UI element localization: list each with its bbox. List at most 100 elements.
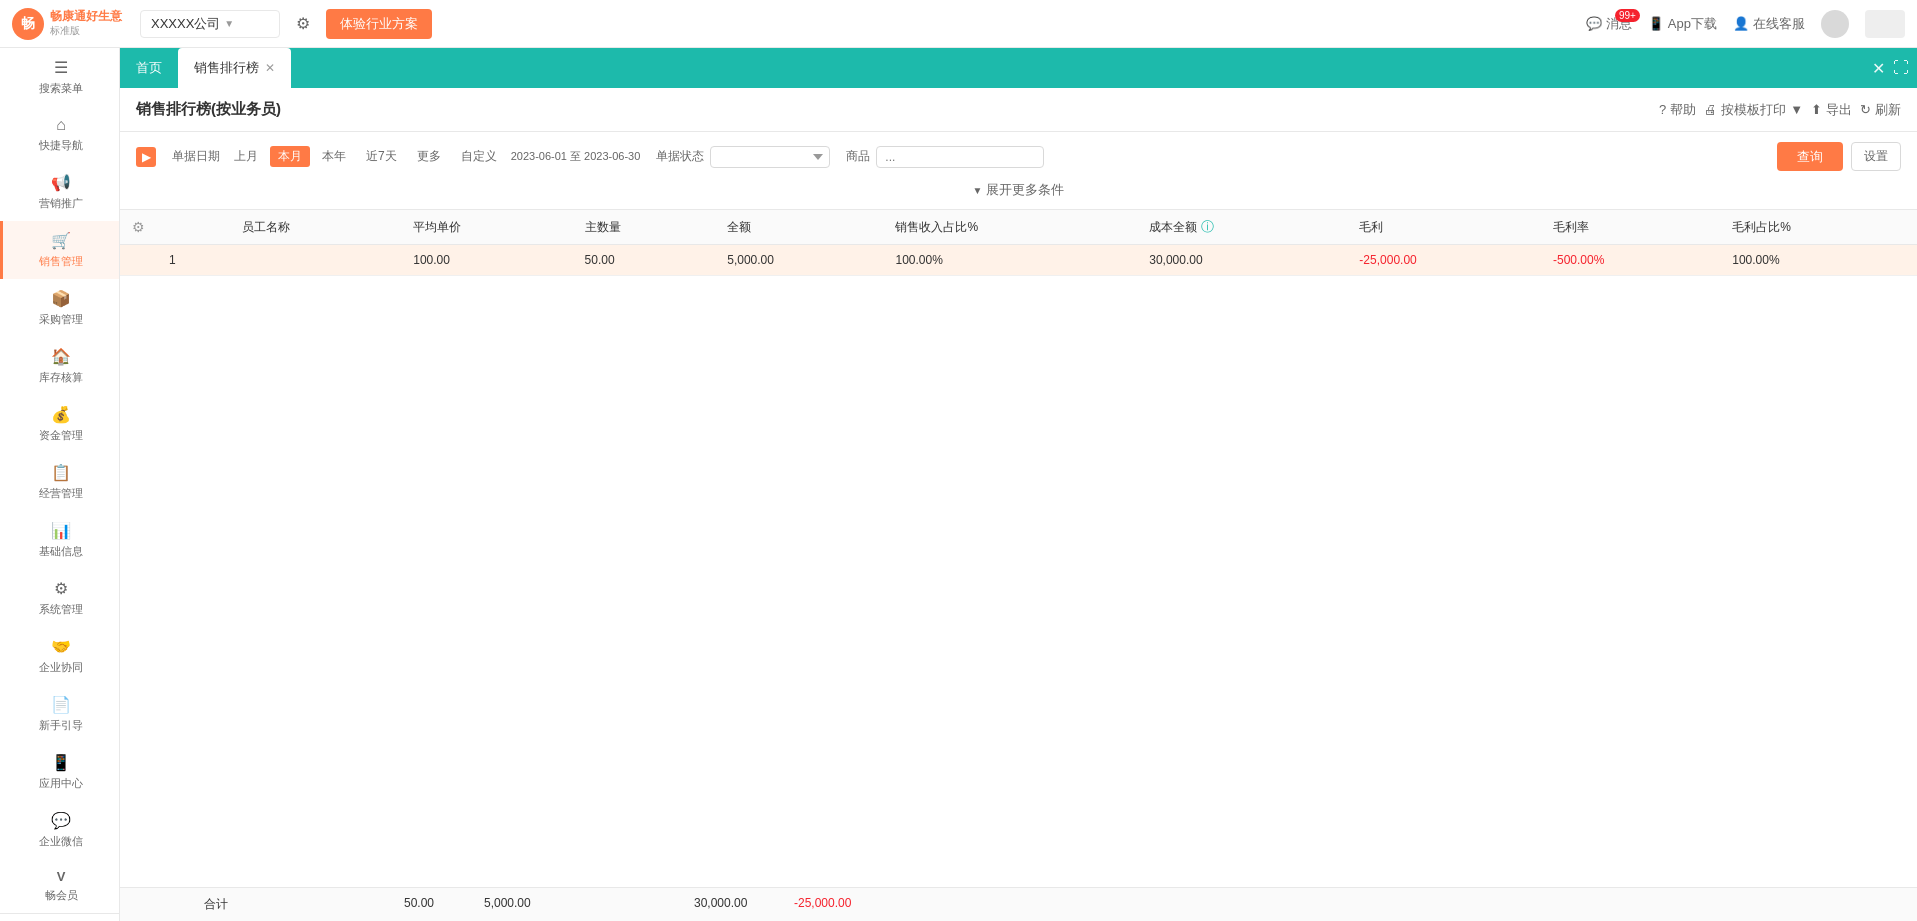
tab-close-all-icon[interactable]: ✕ [1872, 59, 1885, 78]
chevron-down-icon: ▼ [224, 18, 234, 29]
expand-icon: ▼ [973, 185, 983, 196]
footer-cost: 30,000.00 [682, 896, 782, 913]
col-sales-ratio: 销售收入占比% [883, 210, 1137, 245]
date-tabs: 上月 本月 本年 近7天 更多 自定义 [226, 146, 505, 167]
trial-button[interactable]: 体验行业方案 [326, 9, 432, 39]
tab-sales-rank[interactable]: 销售排行榜 ✕ [178, 48, 291, 88]
tab-home[interactable]: 首页 [120, 48, 178, 88]
template-print-label: 按模板打印 [1721, 101, 1786, 119]
sidebar-item-enterprise-collab[interactable]: 🤝 企业协同 [0, 627, 119, 685]
date-tab-current-year[interactable]: 本年 [314, 146, 354, 167]
sidebar-item-wechat[interactable]: 💬 企业微信 [0, 801, 119, 859]
tab-close-icon[interactable]: ✕ [265, 61, 275, 75]
collapse-arrow-btn[interactable]: ▶ [136, 147, 156, 167]
sidebar-item-basic-info[interactable]: 📊 基础信息 [0, 511, 119, 569]
finance-icon: 💰 [51, 405, 71, 424]
page-header: 销售排行榜(按业务员) ? 帮助 🖨 按模板打印 ▼ ⬆ 导出 [120, 88, 1917, 132]
search-menu-icon: ☰ [54, 58, 68, 77]
template-print-button[interactable]: 🖨 按模板打印 ▼ [1704, 101, 1803, 119]
date-range-text: 2023-06-01 至 2023-06-30 [511, 149, 641, 164]
sidebar-item-label: 新手引导 [39, 718, 83, 733]
employee-cell [230, 245, 401, 276]
top-right-area: 💬 消息 99+ 📱 App下载 👤 在线客服 [1586, 10, 1905, 38]
col-cost: 成本全额 ⓘ [1137, 210, 1347, 245]
date-tab-7days[interactable]: 近7天 [358, 146, 405, 167]
page-title: 销售排行榜(按业务员) [136, 100, 281, 119]
sidebar-item-label: 营销推广 [39, 196, 83, 211]
status-filter-item: 单据状态 [656, 146, 830, 168]
company-selector[interactable]: XXXXX公司 ▼ [140, 10, 280, 38]
message-badge: 99+ [1615, 9, 1640, 22]
table-header-row: ⚙ 员工名称 平均单价 主数量 全额 销售收入占比% 成本全额 ⓘ 毛利 毛利率… [120, 210, 1917, 245]
marketing-icon: 📢 [51, 173, 71, 192]
sidebar-item-sales[interactable]: 🛒 销售管理 [0, 221, 119, 279]
sidebar-item-label: 经营管理 [39, 486, 83, 501]
date-tab-more[interactable]: 更多 [409, 146, 449, 167]
col-avg-price: 平均单价 [401, 210, 572, 245]
sidebar-item-guide[interactable]: 📄 新手引导 [0, 685, 119, 743]
help-button[interactable]: ? 帮助 [1659, 101, 1696, 119]
sidebar-item-vip[interactable]: V 畅会员 [0, 859, 119, 913]
profit-ratio-cell: 100.00% [1720, 245, 1917, 276]
sidebar-item-inventory[interactable]: 🏠 库存核算 [0, 337, 119, 395]
tab-sales-rank-label: 销售排行榜 [194, 59, 259, 77]
goods-input[interactable] [876, 146, 1044, 168]
date-tab-last-month[interactable]: 上月 [226, 146, 266, 167]
app-icon: 📱 [1648, 16, 1664, 31]
sidebar-item-purchase[interactable]: 📦 采购管理 [0, 279, 119, 337]
page-actions: ? 帮助 🖨 按模板打印 ▼ ⬆ 导出 ↻ 刷新 [1659, 101, 1901, 119]
sidebar-item-operation[interactable]: 📋 经营管理 [0, 453, 119, 511]
sidebar-item-search[interactable]: ☰ 搜索菜单 [0, 48, 119, 106]
print-dropdown-icon: ▼ [1790, 102, 1803, 117]
col-rank [157, 210, 230, 245]
tab-bar: 首页 销售排行榜 ✕ ✕ ⛶ [120, 48, 1917, 88]
service-icon: 👤 [1733, 16, 1749, 31]
message-button[interactable]: 💬 消息 99+ [1586, 15, 1632, 33]
sidebar-item-quick-nav[interactable]: ⌂ 快捷导航 [0, 106, 119, 163]
sidebar-item-app-center[interactable]: 📱 应用中心 [0, 743, 119, 801]
settings-icon-btn[interactable]: ⚙ [288, 9, 318, 39]
query-button[interactable]: 查询 [1777, 142, 1843, 171]
goods-filter-item: 商品 [846, 146, 1044, 168]
app-download-button[interactable]: 📱 App下载 [1648, 15, 1717, 33]
sidebar-item-label: 应用中心 [39, 776, 83, 791]
export-icon: ⬆ [1811, 102, 1822, 117]
footer-rank [162, 896, 192, 913]
avatar[interactable] [1821, 10, 1849, 38]
sidebar-item-label: 畅会员 [45, 888, 78, 903]
logo-sub: 标准版 [50, 24, 122, 38]
status-select[interactable] [710, 146, 830, 168]
print-icon: 🖨 [1704, 102, 1717, 117]
avatar-2 [1865, 10, 1905, 38]
date-filter-item: 单据日期 上月 本月 本年 近7天 更多 自定义 2023-06-01 至 20… [172, 146, 640, 167]
tab-fullscreen-icon[interactable]: ⛶ [1893, 59, 1909, 78]
sidebar-item-finance[interactable]: 💰 资金管理 [0, 395, 119, 453]
sidebar-item-marketing[interactable]: 📢 营销推广 [0, 163, 119, 221]
page-content: 销售排行榜(按业务员) ? 帮助 🖨 按模板打印 ▼ ⬆ 导出 [120, 88, 1917, 921]
export-button[interactable]: ⬆ 导出 [1811, 101, 1852, 119]
date-tab-current-month[interactable]: 本月 [270, 146, 310, 167]
logo-text: 畅康通好生意 [50, 9, 122, 23]
table-settings-icon[interactable]: ⚙ [132, 219, 145, 235]
cost-info-icon[interactable]: ⓘ [1201, 219, 1214, 234]
goods-label: 商品 [846, 148, 870, 165]
purchase-icon: 📦 [51, 289, 71, 308]
filter-area: ▶ 单据日期 上月 本月 本年 近7天 更多 自定义 2023-06-01 至 … [120, 132, 1917, 210]
sidebar-item-label: 库存核算 [39, 370, 83, 385]
refresh-button[interactable]: ↻ 刷新 [1860, 101, 1901, 119]
basic-info-icon: 📊 [51, 521, 71, 540]
settings-button[interactable]: 设置 [1851, 142, 1901, 171]
refresh-icon: ↻ [1860, 102, 1871, 117]
col-settings[interactable]: ⚙ [120, 210, 157, 245]
online-service-label: 在线客服 [1753, 15, 1805, 33]
date-label: 单据日期 [172, 148, 220, 165]
top-bar: 畅 畅康通好生意 标准版 XXXXX公司 ▼ ⚙ 体验行业方案 💬 消息 99+… [0, 0, 1917, 48]
online-service-button[interactable]: 👤 在线客服 [1733, 15, 1805, 33]
sidebar-item-system[interactable]: ⚙ 系统管理 [0, 569, 119, 627]
main-layout: ☰ 搜索菜单 ⌂ 快捷导航 📢 营销推广 🛒 销售管理 📦 采购管理 🏠 库存核… [0, 48, 1917, 921]
footer-avg-price [312, 896, 392, 913]
content-area: 首页 销售排行榜 ✕ ✕ ⛶ 销售排行榜(按业务员) ? 帮助 [120, 48, 1917, 921]
sales-ratio-cell: 100.00% [883, 245, 1137, 276]
date-tab-custom[interactable]: 自定义 [453, 146, 505, 167]
expand-conditions-btn[interactable]: ▼ 展开更多条件 [973, 181, 1065, 199]
